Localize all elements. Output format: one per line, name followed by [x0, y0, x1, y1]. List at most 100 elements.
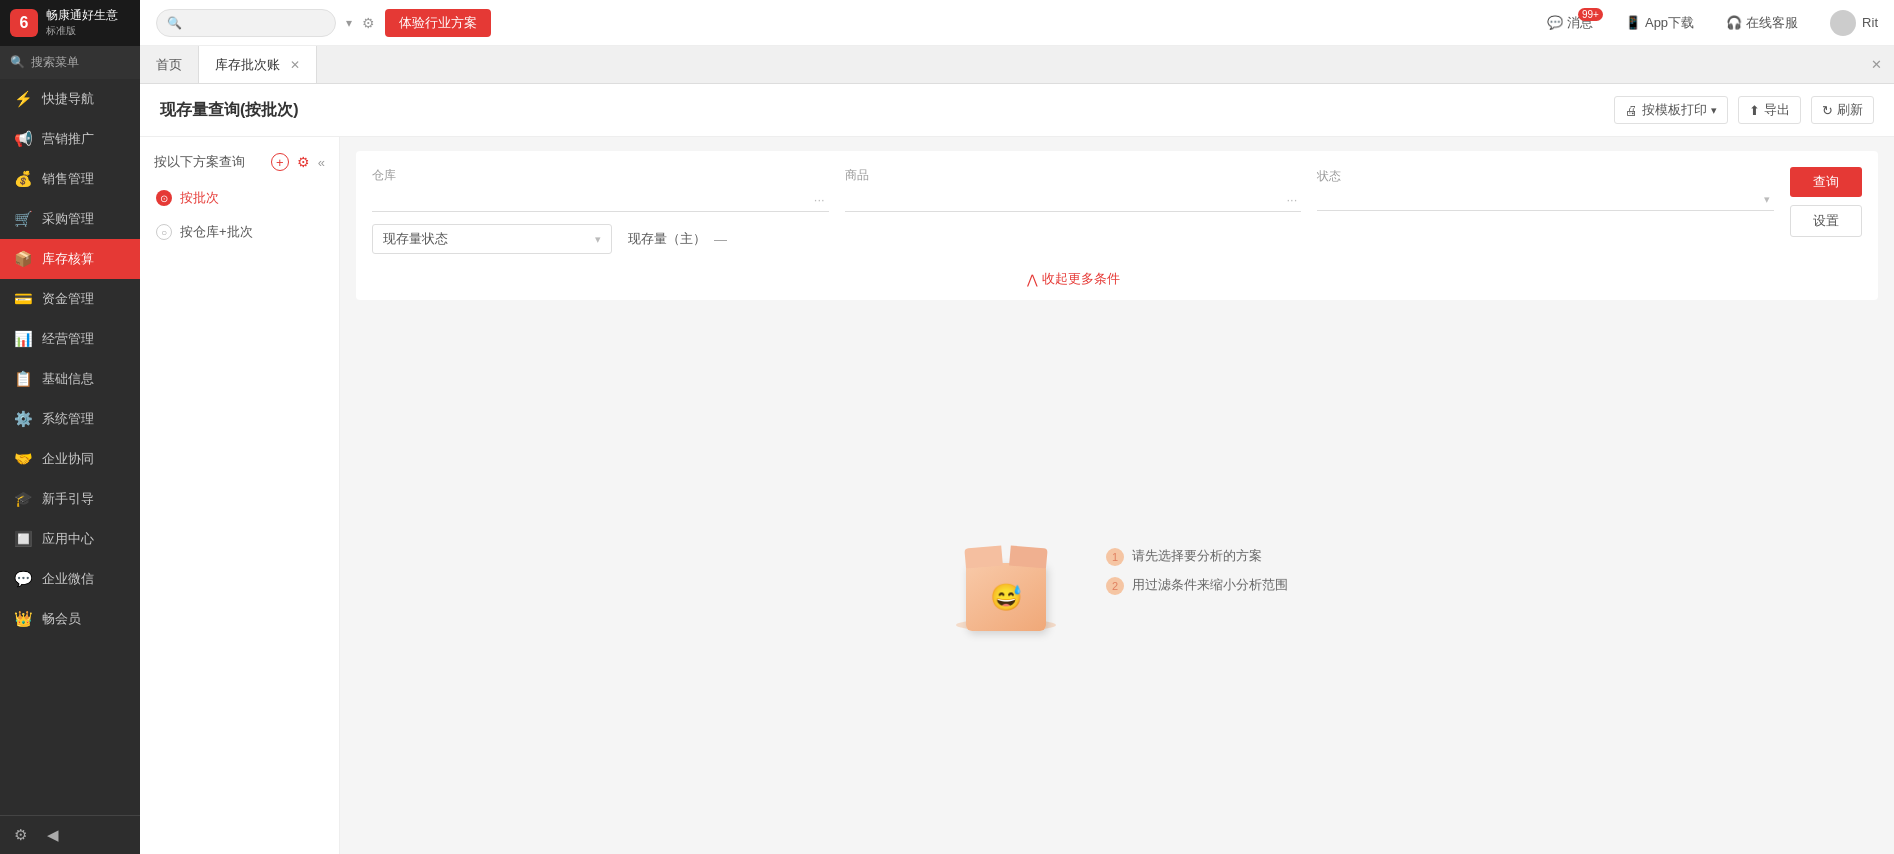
app-version: 标准版: [46, 24, 118, 38]
empty-state: 😅 1 请先选择要分析的方案 2 用过滤条件来缩小分析范围: [356, 312, 1878, 840]
basic-icon: 📋: [14, 370, 32, 388]
sidebar-item-label: 销售管理: [42, 170, 94, 188]
search-label: 搜索菜单: [31, 54, 79, 71]
add-scheme-icon[interactable]: +: [271, 153, 289, 171]
sidebar-item-enterprise[interactable]: 🤝 企业协同: [0, 439, 140, 479]
message-icon: 💬: [1547, 15, 1563, 30]
query-button[interactable]: 查询: [1790, 167, 1862, 197]
sidebar-item-finance[interactable]: 💳 资金管理: [0, 279, 140, 319]
inventory-quantity-label: 现存量（主）: [628, 230, 706, 248]
online-support-btn[interactable]: 🎧 在线客服: [1726, 14, 1798, 32]
phone-icon: 📱: [1625, 15, 1641, 30]
tab-inventory-batch[interactable]: 库存批次账 ✕: [199, 46, 317, 83]
online-support-label: 在线客服: [1746, 14, 1798, 32]
status-input[interactable]: ▾: [1317, 189, 1774, 211]
sidebar-item-operations[interactable]: 📊 经营管理: [0, 319, 140, 359]
sidebar-item-apps[interactable]: 🔲 应用中心: [0, 519, 140, 559]
inventory-quantity-dash: —: [714, 232, 727, 247]
sidebar-item-system[interactable]: ⚙️ 系统管理: [0, 399, 140, 439]
step1-text: 请先选择要分析的方案: [1132, 547, 1262, 565]
tabbar: 首页 库存批次账 ✕ ✕: [140, 46, 1894, 84]
tab-home-label: 首页: [156, 56, 182, 74]
print-icon: 🖨: [1625, 103, 1638, 118]
tab-home[interactable]: 首页: [140, 46, 199, 83]
collapse-sidebar-icon[interactable]: ◀: [47, 826, 59, 844]
sidebar-item-label: 采购管理: [42, 210, 94, 228]
product-input[interactable]: ···: [845, 188, 1302, 212]
messages-btn[interactable]: 💬 消息 99+: [1547, 14, 1593, 32]
status-field: 状态 ▾: [1317, 168, 1774, 211]
empty-text: 1 请先选择要分析的方案 2 用过滤条件来缩小分析范围: [1106, 547, 1288, 605]
filter-panel-header: 按以下方案查询 + ⚙ «: [140, 147, 339, 181]
close-panel-btn[interactable]: ✕: [1859, 46, 1894, 83]
sidebar-item-inventory[interactable]: 📦 库存核算: [0, 239, 140, 279]
sidebar-item-quick-nav[interactable]: ⚡ 快捷导航: [0, 79, 140, 119]
refresh-btn-label: 刷新: [1837, 101, 1863, 119]
filter-row-2: 现存量状态 ▾ 现存量（主） —: [372, 224, 1774, 254]
print-btn[interactable]: 🖨 按模板打印 ▾: [1614, 96, 1728, 124]
product-field: 商品 ···: [845, 167, 1302, 212]
warehouse-field: 仓库 ···: [372, 167, 829, 212]
company-name: 畅康通好生意: [46, 8, 118, 24]
product-label: 商品: [845, 167, 1302, 184]
sidebar-item-purchase[interactable]: 🛒 采购管理: [0, 199, 140, 239]
sidebar-item-newbie[interactable]: 🎓 新手引导: [0, 479, 140, 519]
sidebar-item-label: 系统管理: [42, 410, 94, 428]
sidebar-item-basic[interactable]: 📋 基础信息: [0, 359, 140, 399]
sidebar: 6 畅康通好生意 标准版 🔍 搜索菜单 ⚡ 快捷导航 📢 营销推广 💰 销售管理…: [0, 0, 140, 854]
sidebar-item-label: 企业协同: [42, 450, 94, 468]
sidebar-item-label: 经营管理: [42, 330, 94, 348]
filter-dot-inactive: ○: [156, 224, 172, 240]
filter-item-by-batch[interactable]: ⊙ 按批次: [140, 181, 339, 215]
empty-illustration: 😅: [946, 521, 1066, 631]
headset-icon: 🎧: [1726, 15, 1742, 30]
user-menu[interactable]: Rit: [1830, 10, 1878, 36]
app-download-btn[interactable]: 📱 App下载: [1625, 14, 1694, 32]
filter-item-by-warehouse-batch[interactable]: ○ 按仓库+批次: [140, 215, 339, 249]
print-dropdown-icon[interactable]: ▾: [1711, 104, 1717, 117]
settings-icon[interactable]: ⚙: [14, 826, 27, 844]
filter-item-label: 按批次: [180, 189, 219, 207]
sidebar-item-label: 新手引导: [42, 490, 94, 508]
settings-gear-icon[interactable]: ⚙: [362, 15, 375, 31]
warehouse-dots: ···: [814, 192, 825, 207]
inventory-status-select[interactable]: 现存量状态 ▾: [372, 224, 612, 254]
search-icon: 🔍: [10, 55, 25, 69]
set-button[interactable]: 设置: [1790, 205, 1862, 237]
main-body: 按以下方案查询 + ⚙ « ⊙ 按批次 ○ 按仓库+批次: [140, 137, 1894, 854]
content-area: 现存量查询(按批次) 🖨 按模板打印 ▾ ⬆ 导出 ↻ 刷新: [140, 84, 1894, 854]
sidebar-search[interactable]: 🔍 搜索菜单: [0, 46, 140, 79]
user-avatar: [1830, 10, 1856, 36]
collapse-btn[interactable]: ⋀ 收起更多条件: [372, 266, 1774, 292]
sidebar-item-label: 应用中心: [42, 530, 94, 548]
search-icon: 🔍: [167, 16, 182, 30]
topbar: 🔍 ▾ ⚙ 体验行业方案 💬 消息 99+ 📱 App下载 🎧 在线客服: [140, 0, 1894, 46]
page-title: 现存量查询(按批次): [160, 100, 299, 121]
tab-close-icon[interactable]: ✕: [290, 58, 300, 72]
settings-scheme-icon[interactable]: ⚙: [297, 154, 310, 170]
inventory-status-label: 现存量状态: [383, 230, 448, 248]
app-download-label: App下载: [1645, 14, 1694, 32]
system-icon: ⚙️: [14, 410, 32, 428]
sidebar-item-marketing[interactable]: 📢 营销推广: [0, 119, 140, 159]
messages-badge: 99+: [1578, 8, 1603, 21]
refresh-btn[interactable]: ↻ 刷新: [1811, 96, 1874, 124]
topbar-search-box: 🔍: [156, 9, 336, 37]
warehouse-input[interactable]: ···: [372, 188, 829, 212]
export-btn[interactable]: ⬆ 导出: [1738, 96, 1801, 124]
sidebar-item-label: 基础信息: [42, 370, 94, 388]
topbar-right: 💬 消息 99+ 📱 App下载 🎧 在线客服 Rit: [1547, 10, 1878, 36]
export-btn-label: 导出: [1764, 101, 1790, 119]
form-buttons: 查询 设置: [1790, 167, 1862, 237]
sidebar-item-wechat[interactable]: 💬 企业微信: [0, 559, 140, 599]
sidebar-item-vip[interactable]: 👑 畅会员: [0, 599, 140, 639]
dropdown-icon[interactable]: ▾: [346, 16, 352, 30]
step2-text: 用过滤条件来缩小分析范围: [1132, 576, 1288, 594]
wechat-icon: 💬: [14, 570, 32, 588]
sidebar-item-sales[interactable]: 💰 销售管理: [0, 159, 140, 199]
experience-btn[interactable]: 体验行业方案: [385, 9, 491, 37]
filter-row-1: 仓库 ··· 商品: [372, 167, 1774, 212]
page-actions: 🖨 按模板打印 ▾ ⬆ 导出 ↻ 刷新: [1614, 96, 1874, 124]
filter-item-label: 按仓库+批次: [180, 223, 253, 241]
collapse-filter-icon[interactable]: «: [318, 155, 325, 170]
